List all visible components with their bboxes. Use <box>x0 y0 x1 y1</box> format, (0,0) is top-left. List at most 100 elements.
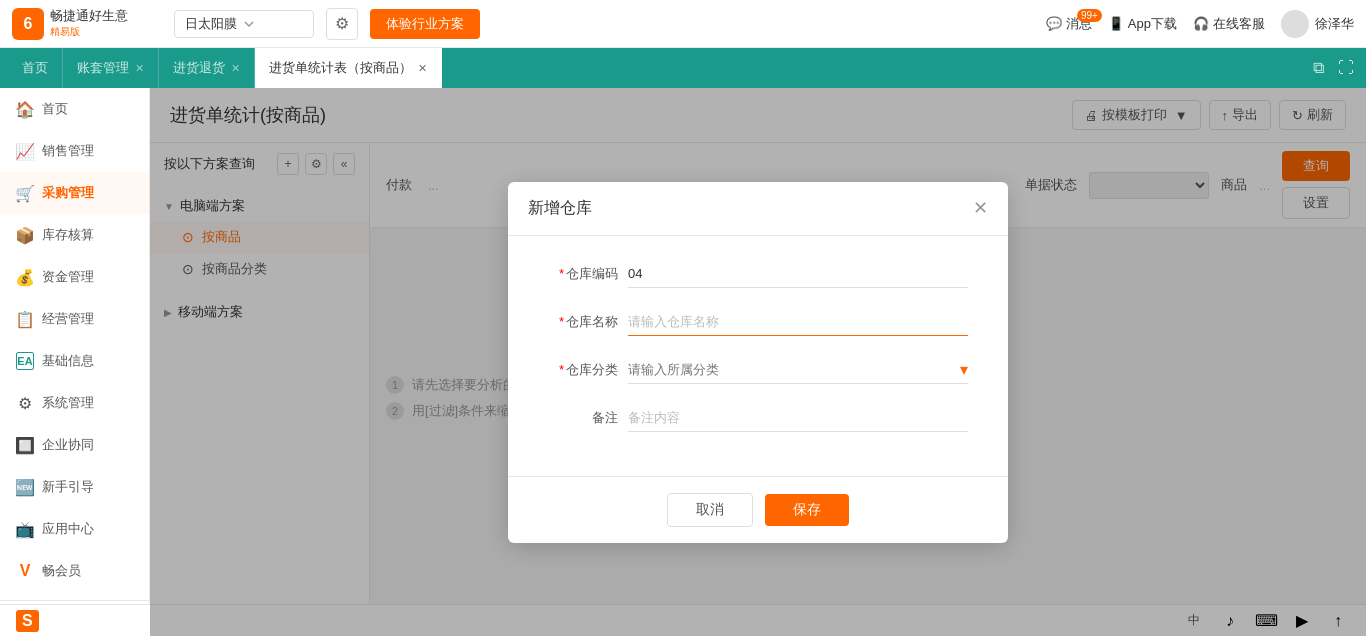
tab-home[interactable]: 首页 <box>8 48 63 88</box>
app-center-icon: 📺 <box>16 520 34 538</box>
mobile-icon: 📱 <box>1108 16 1124 31</box>
user-name: 徐泽华 <box>1315 15 1354 33</box>
sidebar-item-stock[interactable]: 📦 库存核算 <box>0 214 149 256</box>
top-header: 6 畅捷通好生意 精易版 日太阳膜 ⚙ 体验行业方案 💬 消息 99+ 📱 Ap… <box>0 0 1366 48</box>
tab-bar: 首页 账套管理 ✕ 进货退货 ✕ 进货单统计表（按商品） ✕ ⧉ ⛶ <box>0 48 1366 88</box>
main-layout: 🏠 首页 📈 销售管理 🛒 采购管理 📦 库存核算 💰 资金管理 📋 经营管理 … <box>0 88 1366 636</box>
name-input[interactable] <box>628 308 968 336</box>
add-warehouse-modal: 新增仓库 ✕ 仓库编码 仓库名称 仓库分类 <box>508 182 1008 543</box>
shop-selector[interactable]: 日太阳膜 <box>174 10 314 38</box>
sales-icon: 📈 <box>16 142 34 160</box>
logo-badge: 精易版 <box>50 25 128 39</box>
sidebar-label-finance: 资金管理 <box>42 268 94 286</box>
sidebar-label-stock: 库存核算 <box>42 226 94 244</box>
messages-button[interactable]: 💬 消息 99+ <box>1046 15 1092 33</box>
sidebar-label-sales: 销售管理 <box>42 142 94 160</box>
customer-service-button[interactable]: 🎧 在线客服 <box>1193 15 1265 33</box>
purchase-icon: 🛒 <box>16 184 34 202</box>
sidebar-label-member: 畅会员 <box>42 562 81 580</box>
form-row-category: 仓库分类 ▾ <box>548 356 968 384</box>
shop-name: 日太阳膜 <box>185 15 237 33</box>
app-download-label: App下载 <box>1128 15 1177 33</box>
logo-icon: 6 <box>12 8 44 40</box>
app-download-button[interactable]: 📱 App下载 <box>1108 15 1177 33</box>
tab-restore-icon[interactable]: ⧉ <box>1309 59 1328 77</box>
system-icon: ⚙ <box>16 394 34 412</box>
logo-name: 畅捷通好生意 <box>50 8 128 25</box>
sidebar-item-guide[interactable]: 🆕 新手引导 <box>0 466 149 508</box>
user-menu[interactable]: 徐泽华 <box>1281 10 1354 38</box>
tab-purchase-stats[interactable]: 进货单统计表（按商品） ✕ <box>255 48 442 88</box>
logo-area: 6 畅捷通好生意 精易版 <box>12 8 162 40</box>
header-right: 💬 消息 99+ 📱 App下载 🎧 在线客服 徐泽华 <box>1046 10 1354 38</box>
sidebar-label-base-info: 基础信息 <box>42 352 94 370</box>
stock-icon: 📦 <box>16 226 34 244</box>
avatar <box>1281 10 1309 38</box>
sidebar-item-system[interactable]: ⚙ 系统管理 <box>0 382 149 424</box>
customer-service-label: 在线客服 <box>1213 15 1265 33</box>
modal-header: 新增仓库 ✕ <box>508 182 1008 236</box>
sidebar-item-finance[interactable]: 💰 资金管理 <box>0 256 149 298</box>
base-info-icon: EA <box>16 352 34 370</box>
sidebar-label-app-center: 应用中心 <box>42 520 94 538</box>
tab-purchase-stats-label: 进货单统计表（按商品） <box>269 59 412 77</box>
sidebar-label-system: 系统管理 <box>42 394 94 412</box>
bottom-s-icon: S <box>16 610 39 632</box>
bottom-logo: S <box>16 610 39 632</box>
tab-right-icons: ⧉ ⛶ <box>1309 59 1358 77</box>
finance-icon: 💰 <box>16 268 34 286</box>
category-dropdown-icon[interactable]: ▾ <box>960 360 968 379</box>
trial-button[interactable]: 体验行业方案 <box>370 9 480 39</box>
sidebar-label-operations: 经营管理 <box>42 310 94 328</box>
sidebar-item-home[interactable]: 🏠 首页 <box>0 88 149 130</box>
operations-icon: 📋 <box>16 310 34 328</box>
code-input[interactable] <box>628 260 968 288</box>
category-select-wrap: ▾ <box>628 356 968 384</box>
tab-purchase-stats-close[interactable]: ✕ <box>418 62 427 75</box>
save-button[interactable]: 保存 <box>765 494 849 526</box>
form-row-name: 仓库名称 <box>548 308 968 336</box>
cancel-button[interactable]: 取消 <box>667 493 753 527</box>
enterprise-icon: 🔲 <box>16 436 34 454</box>
message-icon: 💬 <box>1046 16 1062 31</box>
content-area: 进货单统计(按商品) 🖨 按模板打印 ▼ ↑ 导出 ↻ 刷新 <box>150 88 1366 636</box>
modal-footer: 取消 保存 <box>508 476 1008 543</box>
category-input[interactable] <box>628 356 960 383</box>
sidebar-item-enterprise[interactable]: 🔲 企业协同 <box>0 424 149 466</box>
modal-close-button[interactable]: ✕ <box>973 199 988 217</box>
sidebar: 🏠 首页 📈 销售管理 🛒 采购管理 📦 库存核算 💰 资金管理 📋 经营管理 … <box>0 88 150 636</box>
category-label: 仓库分类 <box>548 361 628 379</box>
sidebar-item-base-info[interactable]: EA 基础信息 <box>0 340 149 382</box>
sidebar-item-member[interactable]: V 畅会员 <box>0 550 149 592</box>
member-icon: V <box>16 562 34 580</box>
tab-expand-icon[interactable]: ⛶ <box>1334 59 1358 77</box>
form-row-code: 仓库编码 <box>548 260 968 288</box>
sidebar-label-purchase: 采购管理 <box>42 184 94 202</box>
sidebar-item-purchase[interactable]: 🛒 采购管理 <box>0 172 149 214</box>
name-label: 仓库名称 <box>548 313 628 331</box>
tab-account-close[interactable]: ✕ <box>135 62 144 75</box>
form-row-remark: 备注 <box>548 404 968 432</box>
sidebar-label-guide: 新手引导 <box>42 478 94 496</box>
remark-input[interactable] <box>628 404 968 432</box>
modal-title: 新增仓库 <box>528 198 592 219</box>
code-label: 仓库编码 <box>548 265 628 283</box>
tab-home-label: 首页 <box>22 59 48 77</box>
chevron-down-icon <box>243 18 255 30</box>
sidebar-label-enterprise: 企业协同 <box>42 436 94 454</box>
remark-label: 备注 <box>548 409 628 427</box>
tab-purchase-return-label: 进货退货 <box>173 59 225 77</box>
tab-purchase-return-close[interactable]: ✕ <box>231 62 240 75</box>
sidebar-item-sales[interactable]: 📈 销售管理 <box>0 130 149 172</box>
messages-badge: 99+ <box>1077 9 1102 22</box>
modal-body: 仓库编码 仓库名称 仓库分类 ▾ <box>508 236 1008 476</box>
sidebar-label-home: 首页 <box>42 100 68 118</box>
sidebar-item-app-center[interactable]: 📺 应用中心 <box>0 508 149 550</box>
headset-icon: 🎧 <box>1193 16 1209 31</box>
gear-button[interactable]: ⚙ <box>326 8 358 40</box>
sidebar-item-operations[interactable]: 📋 经营管理 <box>0 298 149 340</box>
tab-purchase-return[interactable]: 进货退货 ✕ <box>159 48 255 88</box>
tab-account[interactable]: 账套管理 ✕ <box>63 48 159 88</box>
tab-account-label: 账套管理 <box>77 59 129 77</box>
guide-icon: 🆕 <box>16 478 34 496</box>
